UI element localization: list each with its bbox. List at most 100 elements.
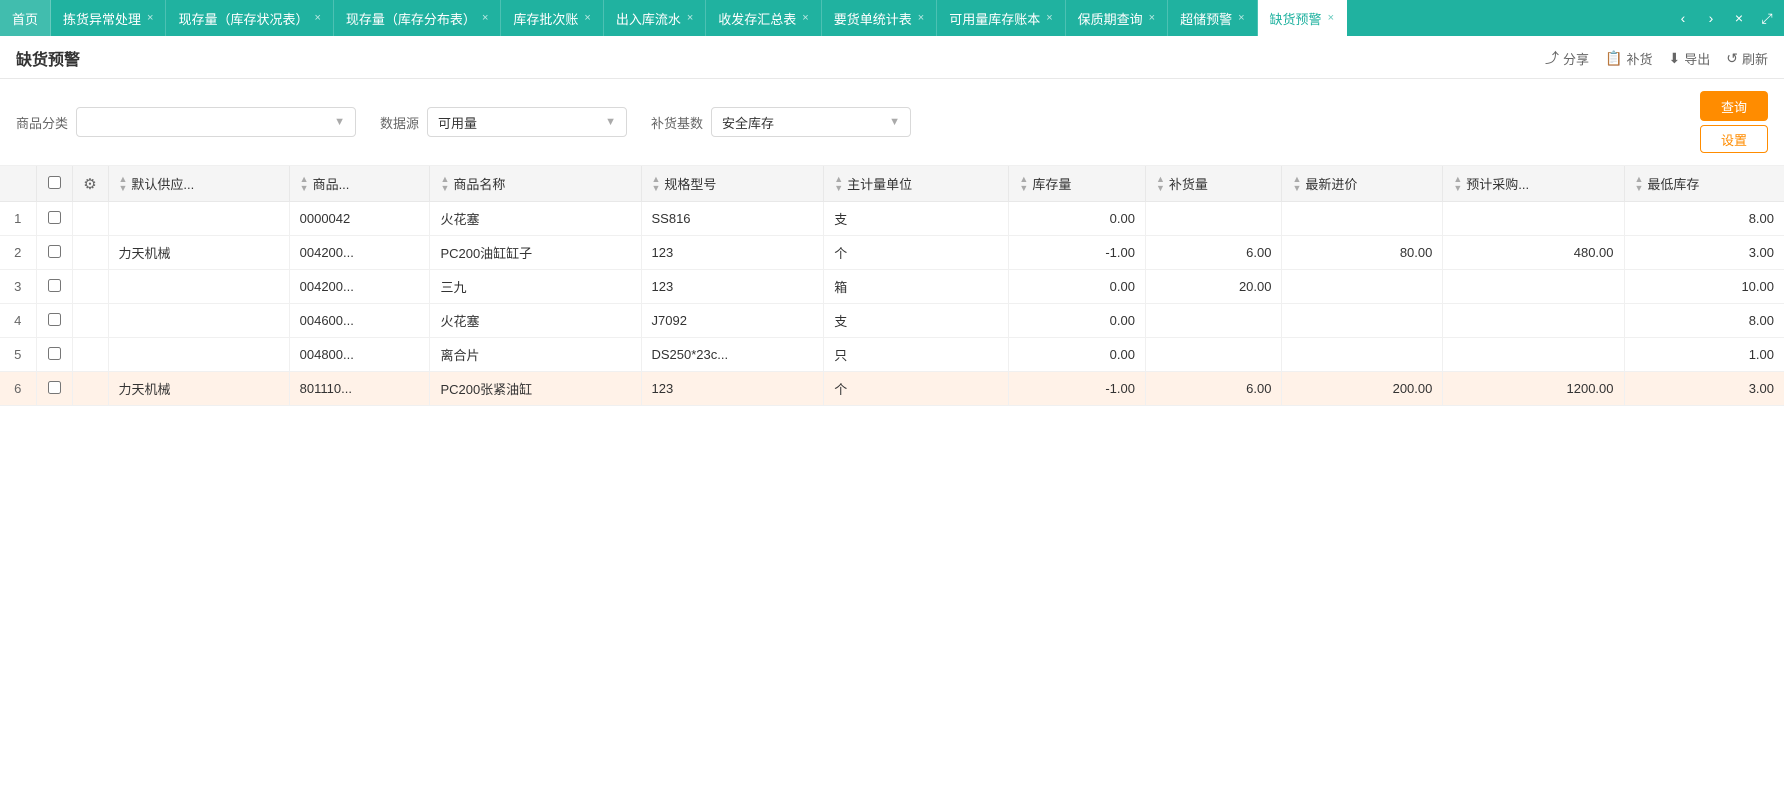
nav-tab-6[interactable]: 收发存汇总表 ×	[706, 0, 821, 36]
cell-spec: J7092	[641, 304, 824, 338]
nav-fullscreen-button[interactable]: ⤢	[1754, 5, 1780, 31]
nav-tab-3-label: 现存量（库存分布表）	[346, 9, 476, 28]
nav-tab-2-close[interactable]: ×	[314, 12, 320, 24]
cell-stock: 0.00	[1009, 304, 1146, 338]
cell-checkbox[interactable]	[36, 236, 72, 270]
category-select-arrow: ▼	[334, 116, 345, 128]
cell-checkbox[interactable]	[36, 270, 72, 304]
column-settings-icon[interactable]: ⚙	[83, 176, 96, 193]
restock-icon: 📋	[1605, 50, 1622, 67]
table-row: 1 0000042 火花塞 SS816 支 0.00 8.00	[0, 202, 1784, 236]
cell-index: 3	[0, 270, 36, 304]
filter-bar: 商品分类 ▼ 数据源 可用量 ▼ 补货基数 安全库存 ▼ 查询 设置	[0, 79, 1784, 166]
export-icon: ⬇	[1669, 50, 1681, 67]
export-button[interactable]: ⬇ 导出	[1669, 49, 1711, 68]
th-name-sort-icon[interactable]: ▲▼	[440, 175, 449, 193]
nav-tab-3[interactable]: 现存量（库存分布表） ×	[334, 0, 501, 36]
nav-tab-7[interactable]: 要货单统计表 ×	[822, 0, 937, 36]
nav-tab-8-close[interactable]: ×	[1046, 12, 1052, 24]
row-checkbox-0[interactable]	[48, 211, 61, 224]
basis-select[interactable]: 安全库存 ▼	[711, 107, 911, 137]
filter-actions: 查询 设置	[1700, 91, 1768, 153]
nav-tab-4-close[interactable]: ×	[584, 12, 590, 24]
th-supplier-sort-icon[interactable]: ▲▼	[119, 175, 128, 193]
th-estimate-sort-icon[interactable]: ▲▼	[1453, 175, 1462, 193]
nav-prev-button[interactable]: ‹	[1670, 5, 1696, 31]
cell-estimate	[1443, 202, 1624, 236]
th-restock-sort-icon[interactable]: ▲▼	[1156, 175, 1165, 193]
nav-tab-10-close[interactable]: ×	[1238, 12, 1244, 24]
nav-tab-5-close[interactable]: ×	[687, 12, 693, 24]
table-row: 4 004600... 火花塞 J7092 支 0.00 8.00	[0, 304, 1784, 338]
search-button[interactable]: 查询	[1700, 91, 1768, 121]
nav-tab-9[interactable]: 保质期查询 ×	[1066, 0, 1168, 36]
cell-estimate	[1443, 304, 1624, 338]
nav-tab-6-close[interactable]: ×	[802, 12, 808, 24]
nav-tab-2[interactable]: 现存量（库存状况表） ×	[166, 0, 333, 36]
nav-tab-6-label: 收发存汇总表	[718, 9, 796, 28]
nav-tab-11-label: 缺货预警	[1270, 9, 1322, 28]
basis-filter-group: 补货基数 安全库存 ▼	[651, 107, 911, 137]
cell-name: 火花塞	[430, 202, 641, 236]
nav-tab-1[interactable]: 拣货异常处理 ×	[51, 0, 166, 36]
cell-unit: 支	[824, 304, 1009, 338]
cell-minstock: 10.00	[1624, 270, 1784, 304]
settings-button[interactable]: 设置	[1700, 125, 1768, 153]
nav-tab-3-close[interactable]: ×	[482, 12, 488, 24]
cell-minstock: 3.00	[1624, 236, 1784, 270]
datasource-select[interactable]: 可用量 ▼	[427, 107, 627, 137]
row-checkbox-1[interactable]	[48, 245, 61, 258]
datasource-label: 数据源	[380, 113, 419, 132]
cell-price	[1282, 338, 1443, 372]
nav-next-button[interactable]: ›	[1698, 5, 1724, 31]
page-header: 缺货预警 ⤴ 分享 📋 补货 ⬇ 导出 ↺ 刷新	[0, 36, 1784, 79]
th-spec-sort-icon[interactable]: ▲▼	[652, 175, 661, 193]
cell-stock: 0.00	[1009, 202, 1146, 236]
cell-supplier	[108, 202, 289, 236]
cell-stock: 0.00	[1009, 270, 1146, 304]
restock-button[interactable]: 📋 补货	[1605, 49, 1652, 68]
th-price-sort-icon[interactable]: ▲▼	[1292, 175, 1301, 193]
cell-checkbox[interactable]	[36, 304, 72, 338]
cell-restock: 6.00	[1145, 236, 1282, 270]
cell-price	[1282, 270, 1443, 304]
nav-tab-1-close[interactable]: ×	[147, 12, 153, 24]
cell-estimate: 1200.00	[1443, 372, 1624, 406]
nav-tab-4[interactable]: 库存批次账 ×	[501, 0, 603, 36]
share-button[interactable]: ⤴ 分享	[1545, 48, 1589, 68]
nav-tab-9-label: 保质期查询	[1078, 9, 1143, 28]
nav-tab-9-close[interactable]: ×	[1149, 12, 1155, 24]
datasource-select-arrow: ▼	[605, 116, 616, 128]
cell-checkbox[interactable]	[36, 338, 72, 372]
th-minstock-sort-icon[interactable]: ▲▼	[1635, 175, 1644, 193]
refresh-button[interactable]: ↺ 刷新	[1726, 49, 1768, 68]
cell-code: 004200...	[289, 270, 430, 304]
row-checkbox-4[interactable]	[48, 347, 61, 360]
cell-code: 801110...	[289, 372, 430, 406]
th-stock: ▲▼ 库存量	[1009, 166, 1146, 202]
nav-tab-10[interactable]: 超储预警 ×	[1168, 0, 1257, 36]
th-stock-sort-icon[interactable]: ▲▼	[1019, 175, 1028, 193]
cell-minstock: 8.00	[1624, 304, 1784, 338]
category-select[interactable]: ▼	[76, 107, 356, 137]
cell-settings	[72, 304, 108, 338]
nav-tab-11[interactable]: 缺货预警 ×	[1258, 0, 1347, 36]
nav-tab-5[interactable]: 出入库流水 ×	[604, 0, 706, 36]
share-icon: ⤴	[1545, 48, 1559, 68]
cell-checkbox[interactable]	[36, 372, 72, 406]
row-checkbox-2[interactable]	[48, 279, 61, 292]
data-table: ⚙ ▲▼ 默认供应... ▲▼	[0, 166, 1784, 406]
nav-tab-11-close[interactable]: ×	[1328, 12, 1334, 24]
cell-checkbox[interactable]	[36, 202, 72, 236]
nav-tab-8[interactable]: 可用量库存账本 ×	[937, 0, 1065, 36]
th-code-sort-icon[interactable]: ▲▼	[300, 175, 309, 193]
row-checkbox-3[interactable]	[48, 313, 61, 326]
nav-tab-7-close[interactable]: ×	[918, 12, 924, 24]
select-all-checkbox[interactable]	[48, 176, 61, 189]
nav-tab-home[interactable]: 首页	[0, 0, 51, 36]
nav-close-button[interactable]: ×	[1726, 5, 1752, 31]
th-unit-sort-icon[interactable]: ▲▼	[834, 175, 843, 193]
row-checkbox-5[interactable]	[48, 381, 61, 394]
cell-code: 004800...	[289, 338, 430, 372]
basis-label: 补货基数	[651, 113, 703, 132]
